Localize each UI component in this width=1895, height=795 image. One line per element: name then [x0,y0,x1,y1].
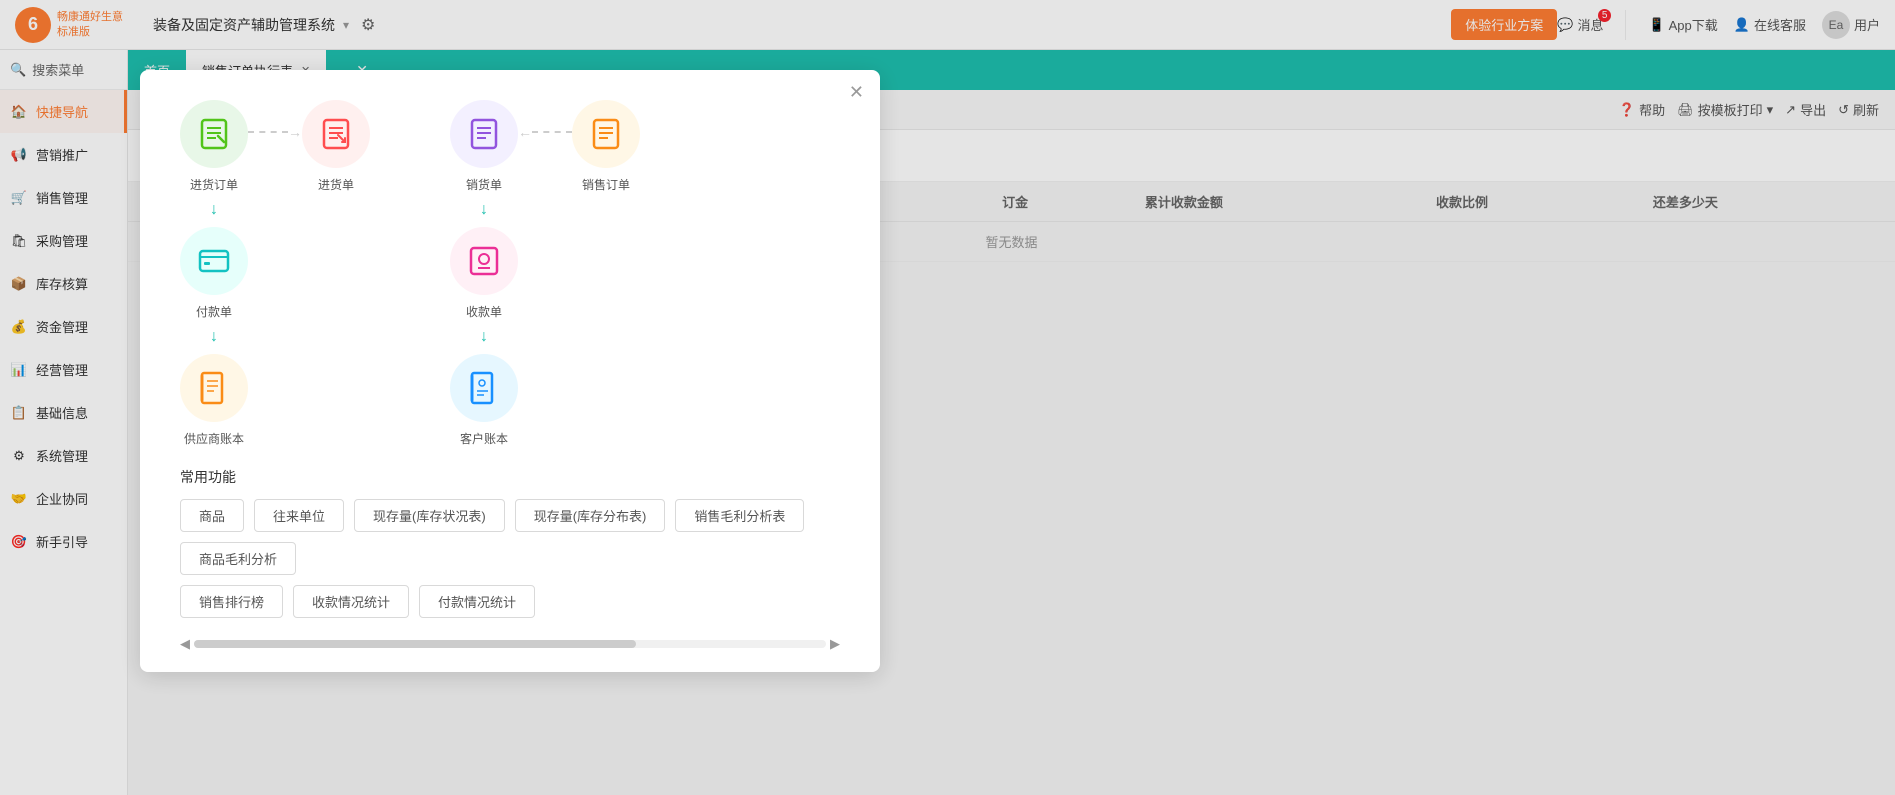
flow-left-col: 进货订单 ↓ 付款单 ↓ 供应商账本 [180,100,248,447]
func-btn-product[interactable]: 商品 [180,499,244,532]
receipt-node[interactable]: 收款单 [450,227,518,320]
purchase-bill-node[interactable]: 进货单 [302,100,370,193]
scroll-right-btn[interactable]: ▶ [830,636,840,652]
arrow-down-2: ↓ [210,328,218,346]
customer-ledger-node[interactable]: 客户账本 [450,354,518,447]
purchase-bill-label: 进货单 [318,176,354,193]
flow-right-col: 销售订单 [572,100,640,193]
supplier-ledger-icon [180,354,248,422]
sales-bill-icon [450,100,518,168]
arrow-down-4: ↓ [480,328,488,346]
arrow-down-1: ↓ [210,201,218,219]
scroll-left-btn[interactable]: ◀ [180,636,190,652]
customer-ledger-icon [450,354,518,422]
func-btn-sales-rank[interactable]: 销售排行榜 [180,585,283,618]
sales-bill-node[interactable]: 销货单 [450,100,518,193]
purchase-order-icon [180,100,248,168]
func-buttons-row2: 销售排行榜 收款情况统计 付款情况统计 [180,585,840,618]
arrow-down-3: ↓ [480,201,488,219]
scroll-track[interactable] [194,640,826,648]
purchase-order-label: 进货订单 [190,176,238,193]
app-wrapper: 6 畅康通好生意 标准版 装备及固定资产辅助管理系统 ▾ ⚙ 体验行业方案 💬 … [0,0,1895,795]
purchase-bill-icon [302,100,370,168]
sales-order-icon [572,100,640,168]
func-btn-receipt-stats[interactable]: 收款情况统计 [293,585,409,618]
func-btn-product-profit[interactable]: 商品毛利分析 [180,542,296,575]
func-btn-partner[interactable]: 往来单位 [254,499,344,532]
sales-order-node[interactable]: 销售订单 [572,100,640,193]
func-btn-stock-status[interactable]: 现存量(库存状况表) [354,499,505,532]
common-functions: 常用功能 商品 往来单位 现存量(库存状况表) 现存量(库存分布表) 销售毛利分… [180,467,840,618]
sales-order-label: 销售订单 [582,176,630,193]
supplier-ledger-label: 供应商账本 [184,430,244,447]
func-btn-payment-stats[interactable]: 付款情况统计 [419,585,535,618]
func-buttons-row1: 商品 往来单位 现存量(库存状况表) 现存量(库存分布表) 销售毛利分析表 商品… [180,499,840,575]
customer-ledger-label: 客户账本 [460,430,508,447]
modal-scrollbar: ◀ ▶ [180,628,840,652]
receipt-label: 收款单 [466,303,502,320]
supplier-ledger-node[interactable]: 供应商账本 [180,354,248,447]
flow-diagram: 进货订单 ↓ 付款单 ↓ 供应商账本 [180,100,840,447]
func-btn-stock-dist[interactable]: 现存量(库存分布表) [515,499,666,532]
payment-label: 付款单 [196,303,232,320]
common-func-title: 常用功能 [180,467,840,487]
func-btn-sales-profit[interactable]: 销售毛利分析表 [675,499,804,532]
receipt-icon [450,227,518,295]
payment-icon [180,227,248,295]
payment-node[interactable]: 付款单 [180,227,248,320]
modal-box: ✕ 进货订单 ↓ 付款单 [140,70,880,672]
arrow-h-1: → [248,100,302,140]
flow-mid-left-col: 进货单 [302,100,370,193]
sales-bill-label: 销货单 [466,176,502,193]
purchase-order-node[interactable]: 进货订单 [180,100,248,193]
arrow-h-2: ← [518,100,572,140]
flow-mid-right-col: 销货单 ↓ 收款单 ↓ 客户账本 [450,100,518,447]
scroll-thumb [194,640,636,648]
modal-overlay: ✕ 进货订单 ↓ 付款单 [0,0,1895,795]
modal-close-btn[interactable]: ✕ [849,82,864,103]
